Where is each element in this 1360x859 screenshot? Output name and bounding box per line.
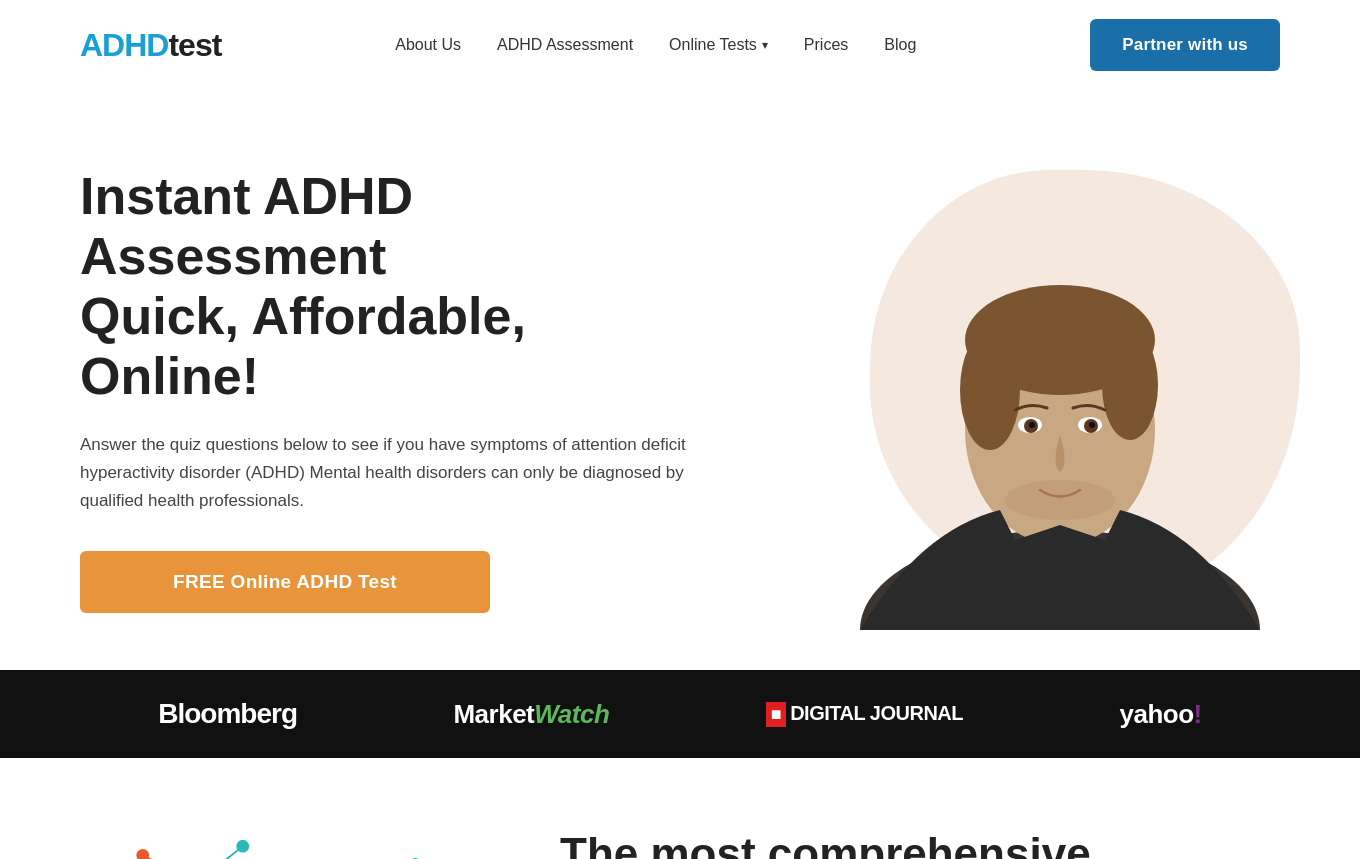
- nav-about-us[interactable]: About Us: [395, 36, 461, 53]
- svg-line-19: [197, 846, 242, 859]
- hero-title: Instant ADHD Assessment Quick, Affordabl…: [80, 167, 700, 406]
- site-logo[interactable]: ADHDtest: [80, 27, 221, 64]
- nav-online-tests[interactable]: Online Tests: [669, 36, 768, 54]
- cta-button[interactable]: FREE Online ADHD Test: [80, 551, 490, 613]
- svg-line-18: [143, 855, 198, 859]
- bloomberg-logo: Bloomberg: [158, 698, 297, 730]
- nav-links: About Us ADHD Assessment Online Tests Pr…: [395, 36, 916, 54]
- digitaljournal-logo: ■DIGITAL JOURNAL: [766, 702, 963, 727]
- logo-test: test: [168, 27, 221, 64]
- svg-point-12: [1005, 480, 1115, 520]
- hero-image-area: [760, 150, 1280, 630]
- nav-adhd-assessment[interactable]: ADHD Assessment: [497, 36, 633, 53]
- navbar: ADHDtest About Us ADHD Assessment Online…: [0, 0, 1360, 90]
- bottom-text: The most comprehensive ADHD test availab…: [560, 828, 1117, 859]
- svg-point-10: [1029, 422, 1035, 428]
- nav-prices[interactable]: Prices: [804, 36, 848, 53]
- nav-blog[interactable]: Blog: [884, 36, 916, 53]
- svg-point-25: [236, 840, 249, 853]
- svg-point-24: [136, 849, 149, 859]
- marketwatch-logo: MarketWatch: [453, 699, 609, 730]
- bottom-title: The most comprehensive ADHD test availab…: [560, 828, 1117, 859]
- svg-point-11: [1089, 422, 1095, 428]
- hero-person-svg: [840, 170, 1280, 630]
- yahoo-logo: yahoo!: [1119, 699, 1201, 730]
- hero-section: Instant ADHD Assessment Quick, Affordabl…: [0, 90, 1360, 670]
- network-svg: [80, 828, 460, 859]
- partner-button[interactable]: Partner with us: [1090, 19, 1280, 71]
- logo-adhd: ADHD: [80, 27, 168, 64]
- network-graphic: [80, 828, 480, 859]
- hero-description: Answer the quiz questions below to see i…: [80, 431, 700, 515]
- svg-point-4: [960, 330, 1020, 450]
- svg-point-5: [1102, 330, 1158, 440]
- hero-text: Instant ADHD Assessment Quick, Affordabl…: [80, 167, 700, 612]
- bottom-section: The most comprehensive ADHD test availab…: [0, 758, 1360, 859]
- press-bar: Bloomberg MarketWatch ■DIGITAL JOURNAL y…: [0, 670, 1360, 758]
